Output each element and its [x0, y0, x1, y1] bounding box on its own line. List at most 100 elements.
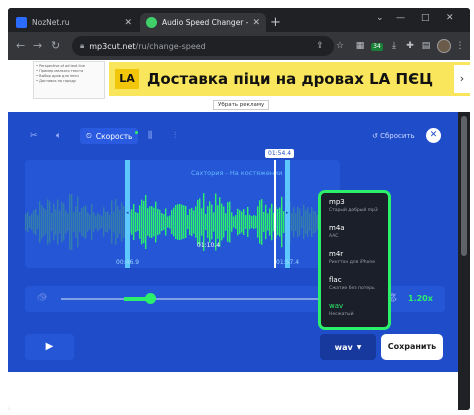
waveform-bar — [227, 202, 229, 242]
waveform-bar — [135, 212, 137, 232]
new-tab-icon[interactable]: + — [270, 15, 281, 30]
waveform-panel[interactable] — [25, 160, 340, 268]
cut-tool-icon[interactable]: ✂ — [30, 128, 38, 144]
format-option-flac[interactable]: flac Сжатие без потерь — [329, 276, 388, 302]
waveform-bar — [119, 210, 121, 234]
avatar[interactable] — [437, 39, 451, 53]
play-button[interactable]: ▶ — [25, 334, 74, 360]
extension-badge: 34 — [371, 43, 383, 51]
waveform-bar — [71, 194, 73, 250]
waveform-bar — [219, 197, 221, 247]
share-icon[interactable]: ⇪ — [314, 40, 326, 52]
reset-icon: ↺ — [372, 132, 381, 140]
ad-banner[interactable]: LA Доставка піци на дровах LA ПЄЦ › — [109, 62, 470, 96]
pitch-tool-icon[interactable]: ⫼ — [148, 128, 152, 144]
puzzle-extensions-icon[interactable]: ✚ — [404, 40, 416, 52]
waveform-bar — [265, 204, 267, 240]
format-select-button[interactable]: wav ▼ — [320, 334, 376, 360]
waveform-bar — [67, 213, 69, 231]
noznet-favicon-icon — [16, 17, 27, 28]
save-button[interactable]: Сохранить — [381, 334, 443, 360]
waveform-bar — [293, 207, 295, 237]
forward-icon[interactable]: → — [33, 39, 42, 52]
waveform-bar — [231, 212, 233, 232]
tab-audio-speed-changer[interactable]: Audio Speed Changer - Change ✕ — [140, 13, 266, 32]
waveform-bar — [209, 201, 211, 243]
waveform-bar — [307, 207, 309, 237]
waveform-bar — [65, 210, 67, 234]
format-option-mp3[interactable]: mp3 Старый добрый mp3 — [329, 198, 388, 224]
waveform-bar — [187, 214, 189, 230]
equalizer-tool-icon[interactable]: ⫶ — [174, 128, 176, 144]
waveform-bar — [177, 204, 179, 240]
waveform-bar — [243, 208, 245, 236]
waveform-bar — [213, 212, 215, 232]
selection-end-handle[interactable]: ▸ — [285, 160, 290, 268]
address-bar[interactable]: 🔒︎ mp3cut.net /ru/change-speed — [72, 36, 334, 56]
waveform-bar — [143, 200, 145, 244]
format-option-m4a[interactable]: m4a AAC — [329, 224, 388, 250]
volume-tool-icon[interactable]: 🔈︎ — [56, 128, 61, 144]
waveform-bar — [79, 211, 81, 233]
waveform-bar — [241, 211, 243, 233]
bookmark-star-icon[interactable]: ☆ — [334, 40, 346, 52]
format-desc: Рингтон для iPhone — [329, 260, 376, 265]
scrollbar-thumb[interactable] — [461, 116, 467, 256]
waveform-bar — [267, 213, 269, 231]
format-option-m4r[interactable]: m4r Рингтон для iPhone — [329, 250, 388, 276]
reset-label: Сбросить — [380, 132, 415, 140]
page-scrollbar[interactable] — [458, 112, 470, 410]
playhead[interactable] — [274, 160, 276, 268]
waveform-bar — [63, 203, 65, 241]
tab-search-icon[interactable]: ⌄ — [376, 13, 384, 23]
waveform-bar — [117, 206, 119, 238]
speed-slider-track[interactable] — [61, 298, 351, 300]
waveform-bar — [85, 205, 87, 239]
waveform-bar — [147, 208, 149, 236]
waveform-bar — [99, 214, 101, 230]
speed-slider-thumb[interactable] — [145, 293, 156, 304]
menu-kebab-icon[interactable]: ⋮ — [454, 40, 466, 52]
extension-icon[interactable]: ▦ — [354, 40, 366, 52]
maximize-icon[interactable]: □ — [421, 13, 430, 23]
tab-noznet[interactable]: NozNet.ru ✕ — [10, 13, 138, 32]
waveform-bar — [315, 211, 317, 233]
grip-icon: ▸ — [286, 210, 289, 216]
waveform-bar — [105, 212, 107, 232]
waveform-bar — [169, 215, 171, 229]
waveform-bar — [249, 214, 251, 230]
waveform-bar — [299, 208, 301, 236]
waveform-bar — [159, 209, 161, 235]
speed-tool-button[interactable]: ⏲ Скорость — [80, 128, 138, 144]
back-icon[interactable]: ← — [16, 39, 25, 52]
waveform-bar — [153, 207, 155, 237]
waveform-bar — [25, 213, 27, 231]
ad-arrow-icon[interactable]: › — [454, 65, 470, 93]
reset-button[interactable]: ↺ Сбросить — [372, 132, 415, 140]
close-window-icon[interactable]: ✕ — [446, 13, 454, 23]
waveform-bar — [91, 204, 93, 240]
reload-icon[interactable]: ↻ — [51, 39, 60, 52]
waveform-bar — [87, 212, 89, 232]
waveform-bar — [111, 200, 113, 244]
selection-start-handle[interactable]: ◂ — [125, 160, 130, 268]
address-path: /ru/change-speed — [135, 41, 206, 51]
waveform-bar — [237, 208, 239, 236]
format-name: mp3 — [329, 198, 345, 206]
waveform-bar — [281, 196, 283, 248]
downloads-icon[interactable]: ⤓ — [388, 40, 400, 52]
waveform-bar — [277, 208, 279, 236]
ad-thumbnail[interactable]: • Perspective of ad text line • Пример м… — [33, 61, 105, 99]
close-tab-icon[interactable]: ✕ — [252, 18, 260, 28]
waveform-bar — [141, 199, 143, 245]
waveform-bar — [27, 211, 29, 233]
speed-tool-label: Скорость — [95, 131, 133, 141]
minimize-icon[interactable]: — — [396, 13, 405, 23]
close-editor-button[interactable]: ✕ — [426, 128, 441, 143]
remove-ad-button[interactable]: Убрать рекламу — [213, 100, 270, 110]
close-tab-icon[interactable]: ✕ — [124, 18, 132, 28]
waveform-bar — [57, 199, 59, 245]
format-desc: Несжатый — [329, 312, 354, 317]
format-option-wav[interactable]: wav Несжатый — [329, 302, 388, 328]
sidebar-icon[interactable]: ▤ — [420, 40, 432, 52]
